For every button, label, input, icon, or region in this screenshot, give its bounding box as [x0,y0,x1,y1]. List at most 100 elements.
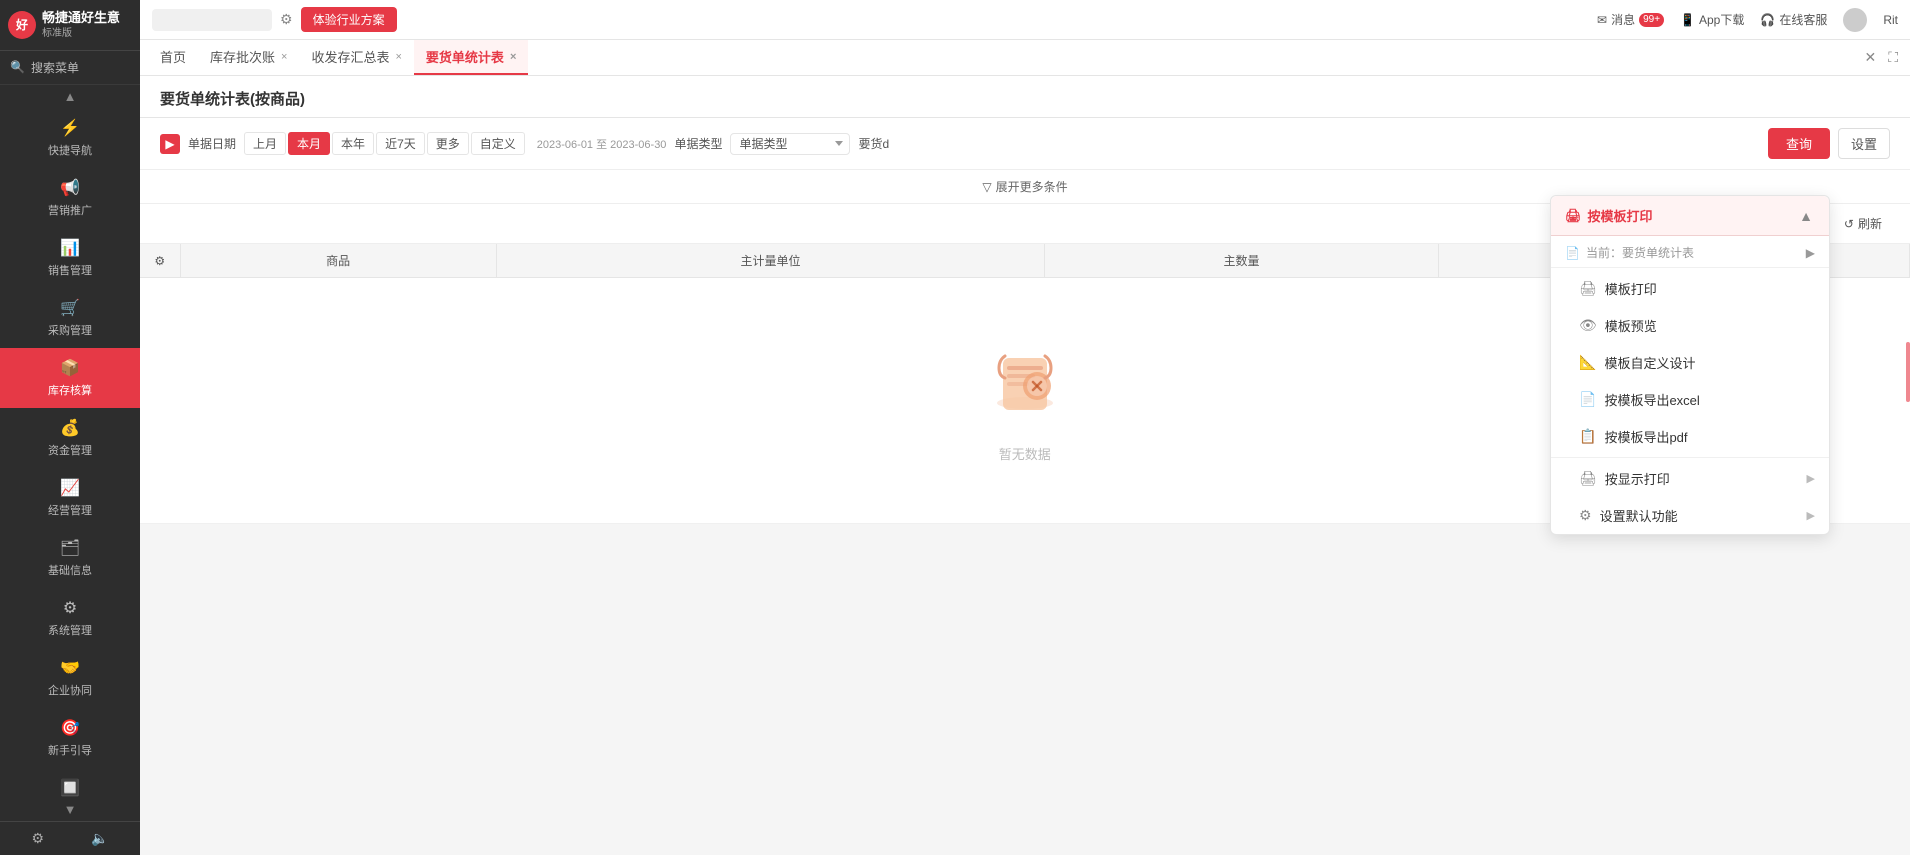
topbar-gear-icon[interactable]: ⚙ [280,11,293,28]
set-default-left: ⚙ 设置默认功能 [1579,506,1678,525]
newguide-icon: 🎯 [60,718,80,738]
message-icon: ✉ [1597,13,1607,27]
empty-state-text: 暂无数据 [999,444,1051,463]
export-pdf-label: 按模板导出pdf [1604,427,1687,446]
sidebar-scroll-up[interactable]: ▲ [0,85,140,108]
col-quantity: 主数量 [1045,244,1439,278]
date-btn-current-year[interactable]: 本年 [332,132,374,155]
sidebar-label-marketing: 营销推广 [48,202,92,218]
sidebar-item-sales[interactable]: 📊 销售管理 [0,228,140,288]
search-icon: 🔍 [10,60,25,74]
settings-button[interactable]: 设置 [1838,128,1890,159]
dropdown-item-display-print[interactable]: 🖨 按显示打印 ▶ [1551,460,1829,497]
date-btn-last-month[interactable]: 上月 [244,132,286,155]
phone-icon: 📱 [1680,13,1695,27]
settings-col-icon[interactable]: ⚙ [154,254,165,268]
dropdown-item-template-print[interactable]: 🖨 模板打印 [1551,270,1829,307]
sidebar-label-shortcut: 快捷导航 [48,142,92,158]
sidebar-speaker-icon[interactable]: 🔈 [91,830,108,847]
tab-order-stats-label: 要货单统计表 [426,47,504,66]
tab-collection-summary-close[interactable]: × [395,51,401,63]
message-item[interactable]: ✉ 消息 99+ [1597,11,1664,28]
tab-collection-summary[interactable]: 收发存汇总表 × [299,40,413,75]
sidebar-item-marketing[interactable]: 📢 营销推广 [0,168,140,228]
sidebar-label-collab: 企业协同 [48,682,92,698]
sidebar-nav: ⚡ 快捷导航 📢 营销推广 📊 销售管理 🛒 采购管理 📦 库存核算 💰 资金管… [0,108,140,798]
empty-svg [985,338,1065,418]
sidebar-scroll-down[interactable]: ▼ [0,798,140,821]
system-icon: ⚙ [63,598,77,618]
date-btn-current-month[interactable]: 本月 [288,132,330,155]
display-print-label: 按显示打印 [1605,469,1670,488]
app-download-item[interactable]: 📱 App下载 [1680,11,1744,28]
sidebar-item-basic[interactable]: 🗂 基础信息 [0,528,140,588]
purchase-icon: 🛒 [60,298,80,318]
sidebar-label-basic: 基础信息 [48,562,92,578]
dropdown-item-template-custom[interactable]: 📐 模板自定义设计 [1551,344,1829,381]
sidebar-item-system[interactable]: ⚙ 系统管理 [0,588,140,648]
sidebar-search[interactable]: 🔍 搜索菜单 [0,51,140,85]
tab-order-stats-close[interactable]: × [510,51,516,63]
order-type-select[interactable]: 单据类型 [730,133,850,155]
sidebar-item-shortcut[interactable]: ⚡ 快捷导航 [0,108,140,168]
dropdown-divider-2 [1551,457,1829,458]
set-default-icon: ⚙ [1579,507,1592,524]
dropdown-item-template-preview[interactable]: 👁 模板预览 [1551,307,1829,344]
current-template-label: 当前：要货单统计表 [1586,244,1694,261]
sidebar-item-collab[interactable]: 🤝 企业协同 [0,648,140,708]
sidebar-item-appcenter[interactable]: 🔲 应用中心 [0,768,140,798]
dropdown-title: 🖨 按模板打印 [1565,206,1653,225]
date-btn-last-7days[interactable]: 近7天 [376,132,425,155]
display-print-arrow: ▶ [1807,472,1815,485]
col-checkbox[interactable]: ⚙ [140,244,180,278]
tab-order-stats[interactable]: 要货单统计表 × [414,40,528,75]
current-template-arrow: ▶ [1806,246,1815,260]
query-button[interactable]: 查询 [1768,128,1830,159]
tabs-bar: 首页 库存批次账 × 收发存汇总表 × 要货单统计表 × ✕ ⛶ [140,40,1910,76]
username-label: Rit [1883,13,1898,27]
sidebar-item-newguide[interactable]: 🎯 新手引导 [0,708,140,768]
template-preview-label: 模板预览 [1605,316,1657,335]
filter-actions: 查询 设置 [1768,128,1890,159]
page-header: 要货单统计表(按商品) [140,76,1910,118]
display-print-left: 🖨 按显示打印 [1579,469,1670,488]
date-btn-custom[interactable]: 自定义 [471,132,525,155]
dropdown-print-icon: 🖨 [1565,208,1582,224]
tab-inventory-batch[interactable]: 库存批次账 × [198,40,299,75]
tab-home[interactable]: 首页 [148,40,198,75]
user-avatar[interactable] [1843,8,1867,32]
template-print-label: 模板打印 [1605,279,1657,298]
date-buttons: 上月 本月 本年 近7天 更多 自定义 [244,132,525,155]
collab-icon: 🤝 [60,658,80,678]
scroll-indicator [1906,342,1910,402]
dropdown-item-export-pdf[interactable]: 📋 按模板导出pdf [1551,418,1829,455]
tab-maximize-button[interactable]: ⛶ [1884,45,1902,70]
tab-inventory-batch-close[interactable]: × [281,51,287,63]
dropdown-header: 🖨 按模板打印 ▲ [1551,196,1829,236]
tab-inventory-batch-label: 库存批次账 [210,47,275,66]
template-custom-label: 模板自定义设计 [1604,353,1695,372]
expand-more-icon: ▽ [982,180,991,194]
sidebar-settings-icon[interactable]: ⚙ [32,830,45,847]
filter-expand-button[interactable]: ▶ [160,134,180,154]
tab-close-all-button[interactable]: ✕ [1860,45,1880,70]
sidebar-item-purchase[interactable]: 🛒 采购管理 [0,288,140,348]
sidebar-item-operation[interactable]: 📈 经营管理 [0,468,140,528]
sidebar-label-newguide: 新手引导 [48,742,92,758]
dropdown-item-export-excel[interactable]: 📄 按模板导出excel [1551,381,1829,418]
marketing-icon: 📢 [60,178,80,198]
trial-button[interactable]: 体验行业方案 [301,7,397,32]
dropdown-divider-1 [1551,267,1829,268]
refresh-button[interactable]: ↺ 刷新 [1836,212,1890,235]
sidebar-label-finance: 资金管理 [48,442,92,458]
empty-state-icon [985,338,1065,432]
dropdown-close-button[interactable]: ▲ [1797,208,1815,224]
sidebar-item-inventory[interactable]: 📦 库存核算 [0,348,140,408]
inventory-icon: 📦 [60,358,80,378]
sales-icon: 📊 [60,238,80,258]
online-service-item[interactable]: 🎧 在线客服 [1760,11,1827,28]
topbar-left: ⚙ 体验行业方案 [152,7,397,32]
sidebar-item-finance[interactable]: 💰 资金管理 [0,408,140,468]
date-btn-more[interactable]: 更多 [427,132,469,155]
dropdown-item-set-default[interactable]: ⚙ 设置默认功能 ▶ [1551,497,1829,534]
